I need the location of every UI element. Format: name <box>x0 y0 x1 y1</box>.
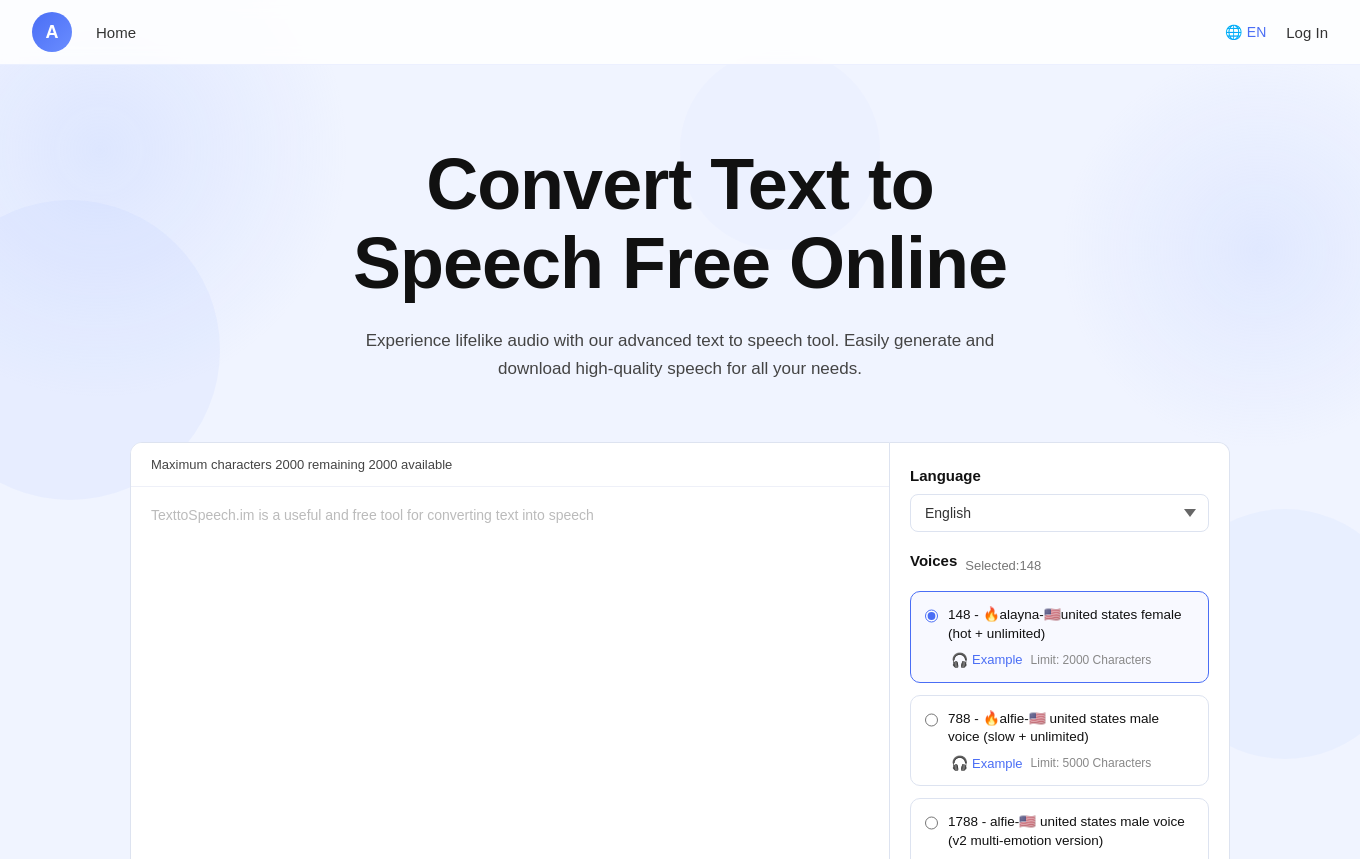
voice-limit-788: Limit: 5000 Characters <box>1031 756 1152 770</box>
char-count-header: Maximum characters 2000 remaining 2000 a… <box>131 443 889 487</box>
language-button[interactable]: 🌐 EN <box>1225 24 1266 40</box>
voice-card-1788[interactable]: 1788 - alfie-🇺🇸 united states male voice… <box>910 798 1209 859</box>
logo[interactable]: A <box>32 12 72 52</box>
hero-title-line2: Speech Free Online <box>353 223 1007 303</box>
language-section-title: Language <box>910 467 1209 484</box>
hero-title: Convert Text to Speech Free Online <box>20 145 1340 303</box>
voice-name-1788: 1788 - alfie-🇺🇸 united states male voice… <box>948 813 1194 851</box>
voice-panel: Language EnglishSpanishFrenchGermanItali… <box>890 442 1230 859</box>
voice-name-788: 788 - 🔥alfie-🇺🇸 united states male voice… <box>948 710 1194 748</box>
example-link-788[interactable]: 🎧 Example <box>951 755 1023 771</box>
voice-card-top-1788: 1788 - alfie-🇺🇸 united states male voice… <box>925 813 1194 851</box>
globe-icon: 🌐 <box>1225 24 1242 40</box>
char-count-text: Maximum characters 2000 remaining 2000 a… <box>151 457 452 472</box>
voice-radio-148[interactable] <box>925 608 938 624</box>
hero-subtitle: Experience lifelike audio with our advan… <box>330 327 1030 381</box>
hero-title-line1: Convert Text to <box>426 144 934 224</box>
hero-section: Convert Text to Speech Free Online Exper… <box>0 65 1360 442</box>
headphone-icon: 🎧 <box>951 755 968 771</box>
voice-radio-788[interactable] <box>925 712 938 728</box>
login-button[interactable]: Log In <box>1286 24 1328 41</box>
tool-container: Maximum characters 2000 remaining 2000 a… <box>110 442 1250 859</box>
voice-card-top-788: 788 - 🔥alfie-🇺🇸 united states male voice… <box>925 710 1194 748</box>
example-label-148: Example <box>972 652 1023 667</box>
lang-code-label: EN <box>1247 24 1266 40</box>
voices-section-title: Voices <box>910 552 957 569</box>
voice-name-148: 148 - 🔥alayna-🇺🇸united states female (ho… <box>948 606 1194 644</box>
navbar-left: A Home <box>32 12 136 52</box>
voice-card-788[interactable]: 788 - 🔥alfie-🇺🇸 united states male voice… <box>910 695 1209 787</box>
text-input[interactable] <box>131 487 889 857</box>
example-label-788: Example <box>972 756 1023 771</box>
voice-meta-148: 🎧 Example Limit: 2000 Characters <box>925 652 1194 668</box>
voice-card-top-148: 148 - 🔥alayna-🇺🇸united states female (ho… <box>925 606 1194 644</box>
voice-radio-1788[interactable] <box>925 815 938 831</box>
example-link-148[interactable]: 🎧 Example <box>951 652 1023 668</box>
language-select[interactable]: EnglishSpanishFrenchGermanItalianPortugu… <box>910 494 1209 532</box>
voices-header: Voices Selected:148 <box>910 552 1209 579</box>
voice-card-148[interactable]: 148 - 🔥alayna-🇺🇸united states female (ho… <box>910 591 1209 683</box>
headphone-icon: 🎧 <box>951 652 968 668</box>
nav-home[interactable]: Home <box>96 24 136 41</box>
navbar-right: 🌐 EN Log In <box>1225 24 1328 41</box>
voices-count: Selected:148 <box>965 558 1041 573</box>
voice-meta-788: 🎧 Example Limit: 5000 Characters <box>925 755 1194 771</box>
text-panel: Maximum characters 2000 remaining 2000 a… <box>130 442 890 859</box>
voice-limit-148: Limit: 2000 Characters <box>1031 653 1152 667</box>
voice-list: 148 - 🔥alayna-🇺🇸united states female (ho… <box>910 591 1209 859</box>
navbar: A Home 🌐 EN Log In <box>0 0 1360 65</box>
